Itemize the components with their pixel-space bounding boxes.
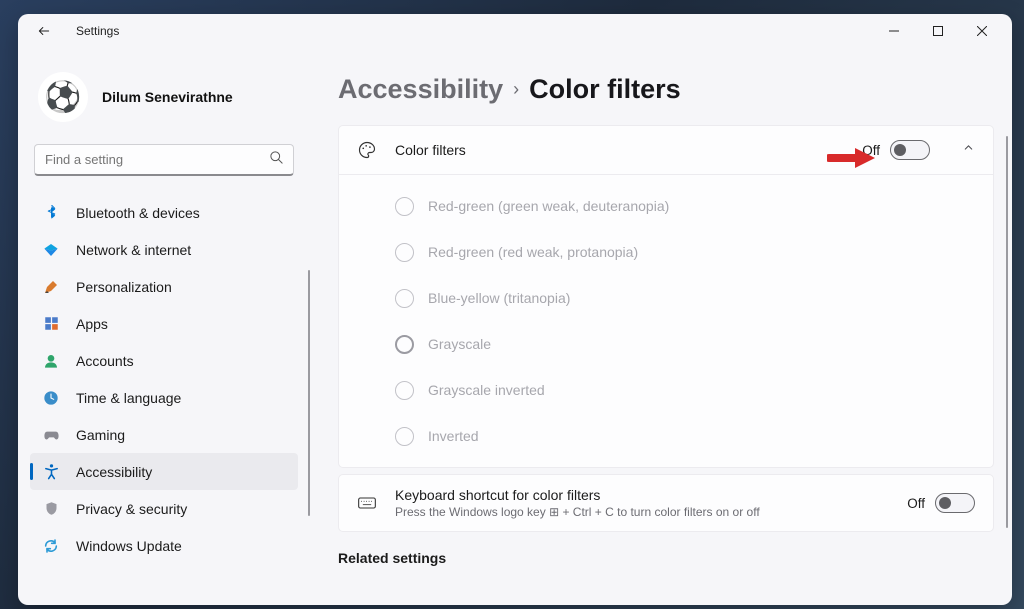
avatar: ⚽ xyxy=(38,72,88,122)
close-button[interactable] xyxy=(960,16,1004,46)
keyboard-shortcut-title: Keyboard shortcut for color filters xyxy=(395,487,889,503)
window-title: Settings xyxy=(76,24,119,38)
option-label: Grayscale xyxy=(428,336,491,352)
accounts-icon xyxy=(42,352,60,370)
option-protanopia[interactable]: Red-green (red weak, protanopia) xyxy=(395,229,975,275)
keyboard-shortcut-status: Off xyxy=(907,496,925,511)
main-content: Accessibility › Color filters Color filt… xyxy=(310,48,1012,605)
sidebar-item-time-language[interactable]: Time & language xyxy=(30,379,298,416)
radio-icon xyxy=(395,335,414,354)
sidebar-item-label: Accounts xyxy=(76,353,134,369)
option-label: Red-green (red weak, protanopia) xyxy=(428,244,638,260)
color-filters-title: Color filters xyxy=(395,142,844,158)
sidebar-item-label: Windows Update xyxy=(76,538,182,554)
search-wrap xyxy=(34,144,294,176)
sidebar: ⚽ Dilum Senevirathne Bluetooth & devices xyxy=(18,48,310,605)
option-grayscale[interactable]: Grayscale xyxy=(395,321,975,367)
minimize-icon xyxy=(889,26,899,36)
sidebar-item-apps[interactable]: Apps xyxy=(30,305,298,342)
sidebar-item-label: Personalization xyxy=(76,279,172,295)
titlebar: Settings xyxy=(18,14,1012,48)
chevron-right-icon: › xyxy=(513,79,519,100)
personalization-icon xyxy=(42,278,60,296)
chevron-up-icon[interactable] xyxy=(962,141,975,159)
profile-name: Dilum Senevirathne xyxy=(102,89,233,105)
minimize-button[interactable] xyxy=(872,16,916,46)
windows-update-icon xyxy=(42,537,60,555)
gaming-icon xyxy=(42,426,60,444)
maximize-button[interactable] xyxy=(916,16,960,46)
radio-icon xyxy=(395,197,414,216)
option-deuteranopia[interactable]: Red-green (green weak, deuteranopia) xyxy=(395,183,975,229)
radio-icon xyxy=(395,427,414,446)
color-filters-toggle[interactable] xyxy=(890,140,930,160)
window-buttons xyxy=(872,16,1004,46)
color-filters-status: Off xyxy=(862,143,880,158)
sidebar-item-label: Bluetooth & devices xyxy=(76,205,200,221)
option-grayscale-inverted[interactable]: Grayscale inverted xyxy=(395,367,975,413)
radio-icon xyxy=(395,381,414,400)
breadcrumb: Accessibility › Color filters xyxy=(338,74,994,105)
sidebar-item-personalization[interactable]: Personalization xyxy=(30,268,298,305)
page-title: Color filters xyxy=(529,74,681,105)
option-inverted[interactable]: Inverted xyxy=(395,413,975,459)
option-label: Grayscale inverted xyxy=(428,382,545,398)
sidebar-item-accessibility[interactable]: Accessibility xyxy=(30,453,298,490)
sidebar-item-label: Gaming xyxy=(76,427,125,443)
accessibility-icon xyxy=(42,463,60,481)
option-label: Inverted xyxy=(428,428,479,444)
keyboard-shortcut-desc: Press the Windows logo key ⊞ + Ctrl + C … xyxy=(395,505,889,519)
keyboard-shortcut-card[interactable]: Keyboard shortcut for color filters Pres… xyxy=(338,474,994,532)
color-filters-header[interactable]: Color filters Off xyxy=(339,126,993,175)
time-language-icon xyxy=(42,389,60,407)
sidebar-item-accounts[interactable]: Accounts xyxy=(30,342,298,379)
sidebar-item-bluetooth[interactable]: Bluetooth & devices xyxy=(30,194,298,231)
apps-icon xyxy=(42,315,60,333)
sidebar-item-label: Privacy & security xyxy=(76,501,187,517)
main-scrollbar[interactable] xyxy=(1006,136,1008,528)
maximize-icon xyxy=(933,26,943,36)
breadcrumb-parent[interactable]: Accessibility xyxy=(338,74,503,105)
network-icon xyxy=(42,241,60,259)
back-button[interactable] xyxy=(30,17,58,45)
related-settings-heading: Related settings xyxy=(338,550,994,566)
privacy-icon xyxy=(42,500,60,518)
sidebar-item-network[interactable]: Network & internet xyxy=(30,231,298,268)
radio-icon xyxy=(395,289,414,308)
settings-window: Settings ⚽ Dilum Senevirathne xyxy=(18,14,1012,605)
sidebar-item-privacy[interactable]: Privacy & security xyxy=(30,490,298,527)
sidebar-item-label: Network & internet xyxy=(76,242,191,258)
close-icon xyxy=(977,26,987,36)
color-filter-options: Red-green (green weak, deuteranopia) Red… xyxy=(339,175,993,467)
sidebar-item-windows-update[interactable]: Windows Update xyxy=(30,527,298,564)
palette-icon xyxy=(357,140,377,160)
keyboard-icon xyxy=(357,493,377,513)
sidebar-item-label: Apps xyxy=(76,316,108,332)
bluetooth-icon xyxy=(42,204,60,222)
option-tritanopia[interactable]: Blue-yellow (tritanopia) xyxy=(395,275,975,321)
radio-icon xyxy=(395,243,414,262)
color-filters-card: Color filters Off xyxy=(338,125,994,468)
sidebar-item-label: Time & language xyxy=(76,390,181,406)
arrow-left-icon xyxy=(37,24,51,38)
nav-list: Bluetooth & devices Network & internet P… xyxy=(30,194,298,605)
keyboard-shortcut-toggle[interactable] xyxy=(935,493,975,513)
search-input[interactable] xyxy=(34,144,294,176)
search-icon xyxy=(269,150,284,170)
option-label: Blue-yellow (tritanopia) xyxy=(428,290,570,306)
option-label: Red-green (green weak, deuteranopia) xyxy=(428,198,669,214)
profile-block[interactable]: ⚽ Dilum Senevirathne xyxy=(30,54,298,140)
sidebar-item-label: Accessibility xyxy=(76,464,152,480)
sidebar-item-gaming[interactable]: Gaming xyxy=(30,416,298,453)
